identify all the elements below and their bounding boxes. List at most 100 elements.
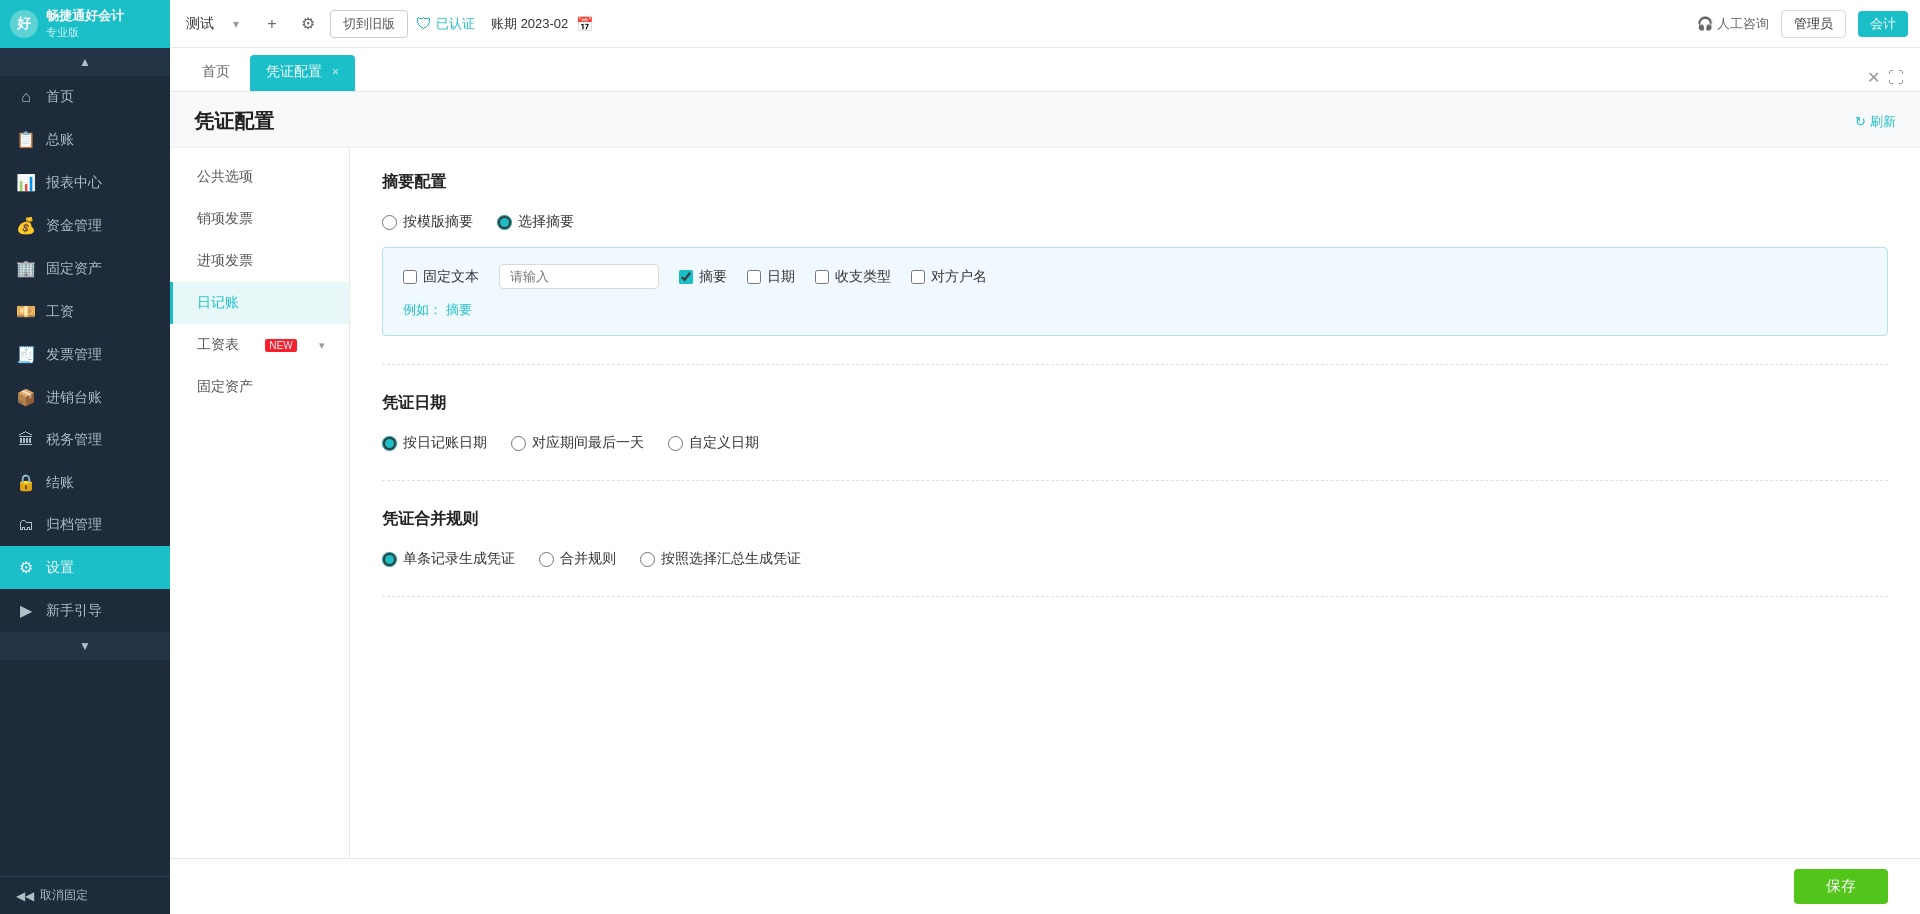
sidebar-item-label: 结账	[46, 474, 74, 492]
sidebar-item-archive[interactable]: 🗂 归档管理	[0, 504, 170, 546]
check-summary[interactable]: 摘要	[679, 268, 727, 286]
calendar-icon[interactable]: 📅	[576, 16, 593, 32]
sidebar-item-home[interactable]: ⌂ 首页	[0, 76, 170, 118]
header-right: 🎧 人工咨询 管理员 会计	[1697, 10, 1908, 38]
scroll-up-btn[interactable]: ▲	[0, 48, 170, 76]
sidebar-item-assets[interactable]: 🏢 固定资产	[0, 247, 170, 290]
sidebar-item-trade[interactable]: 📦 进销台账	[0, 376, 170, 419]
cancel-pin-button[interactable]: ◀◀ 取消固定	[0, 876, 170, 914]
sidebar-item-guide[interactable]: ▶ 新手引导	[0, 589, 170, 632]
radio-template-input[interactable]	[382, 215, 397, 230]
radio-summary-voucher-input[interactable]	[640, 552, 655, 567]
user-button[interactable]: 管理员	[1781, 10, 1846, 38]
sidebar-item-label: 进销台账	[46, 389, 102, 407]
tab-voucher-config[interactable]: 凭证配置 ×	[250, 55, 355, 91]
sidebar-item-tax[interactable]: 🏛 税务管理	[0, 419, 170, 461]
sidebar-item-label: 发票管理	[46, 346, 102, 364]
check-counterpart-input[interactable]	[911, 270, 925, 284]
nav-payroll-table[interactable]: 工资表 NEW ▾	[170, 324, 349, 366]
trade-icon: 📦	[16, 388, 36, 407]
nav-public[interactable]: 公共选项	[170, 156, 349, 198]
funds-icon: 💰	[16, 216, 36, 235]
tab-close-icon[interactable]: ×	[332, 65, 339, 79]
refresh-button[interactable]: ↻ 刷新	[1855, 113, 1896, 131]
check-payment-type-input[interactable]	[815, 270, 829, 284]
sidebar-scroll: ▲ ⌂ 首页 📋 总账 📊 报表中心 💰 资金管理 🏢 固定资产	[0, 48, 170, 876]
page-header: 凭证配置 ↻ 刷新	[170, 92, 1920, 148]
check-date-input[interactable]	[747, 270, 761, 284]
sidebar-item-settings[interactable]: ⚙ 设置	[0, 546, 170, 589]
page-content: 凭证配置 ↻ 刷新 公共选项 销项发票	[170, 92, 1920, 858]
bottom-bar: 保存	[170, 858, 1920, 914]
sidebar-item-label: 总账	[46, 131, 74, 149]
radio-summary-voucher[interactable]: 按照选择汇总生成凭证	[640, 550, 801, 568]
main-layout: ▲ ⌂ 首页 📋 总账 📊 报表中心 💰 资金管理 🏢 固定资产	[0, 48, 1920, 914]
check-date[interactable]: 日期	[747, 268, 795, 286]
role-button[interactable]: 会计	[1858, 11, 1908, 37]
home-icon: ⌂	[16, 88, 36, 106]
summary-checkboxes: 固定文本 摘要 日期	[403, 264, 1867, 289]
radio-period-last-input[interactable]	[511, 436, 526, 451]
sidebar-item-label: 首页	[46, 88, 74, 106]
fixed-text-input[interactable]	[499, 264, 659, 289]
sidebar-item-label: 报表中心	[46, 174, 102, 192]
summary-radio-group: 按模版摘要 选择摘要	[382, 213, 1888, 231]
radio-single[interactable]: 单条记录生成凭证	[382, 550, 515, 568]
radio-custom-date-input[interactable]	[668, 436, 683, 451]
guide-icon: ▶	[16, 601, 36, 620]
radio-template[interactable]: 按模版摘要	[382, 213, 473, 231]
add-button[interactable]: +	[258, 10, 286, 38]
company-name: 测试	[186, 15, 214, 33]
radio-custom-date[interactable]: 自定义日期	[668, 434, 759, 452]
sidebar-item-invoice[interactable]: 🧾 发票管理	[0, 333, 170, 376]
tax-icon: 🏛	[16, 431, 36, 449]
radio-period-last[interactable]: 对应期间最后一天	[511, 434, 644, 452]
nav-journal[interactable]: 日记账	[170, 282, 349, 324]
check-payment-type[interactable]: 收支类型	[815, 268, 891, 286]
sidebar-item-ledger[interactable]: 📋 总账	[0, 118, 170, 161]
radio-merge-rule[interactable]: 合并规则	[539, 550, 616, 568]
example-text: 例如： 摘要	[403, 301, 1867, 319]
content-area: 首页 凭证配置 × ✕ ⛶ 凭证配置 ↻ 刷新	[170, 48, 1920, 914]
check-summary-input[interactable]	[679, 270, 693, 284]
nav-fixed-assets[interactable]: 固定资产	[170, 366, 349, 408]
old-version-button[interactable]: 切到旧版	[330, 10, 408, 38]
radio-select[interactable]: 选择摘要	[497, 213, 574, 231]
reports-icon: 📊	[16, 173, 36, 192]
tab-bar: 首页 凭证配置 × ✕ ⛶	[170, 48, 1920, 92]
settings-nav-icon: ⚙	[16, 558, 36, 577]
sidebar-item-close[interactable]: 🔒 结账	[0, 461, 170, 504]
maximize-window-button[interactable]: ⛶	[1888, 69, 1904, 87]
pin-icon: ◀◀	[16, 889, 34, 903]
check-counterpart[interactable]: 对方户名	[911, 268, 987, 286]
certification-badge: 🛡 已认证	[416, 15, 475, 33]
save-button[interactable]: 保存	[1794, 869, 1888, 904]
tab-home[interactable]: 首页	[186, 55, 246, 91]
check-fixed-text[interactable]: 固定文本	[403, 268, 479, 286]
sidebar-item-label: 新手引导	[46, 602, 102, 620]
sidebar-item-reports[interactable]: 📊 报表中心	[0, 161, 170, 204]
radio-single-input[interactable]	[382, 552, 397, 567]
service-button[interactable]: 🎧 人工咨询	[1697, 15, 1769, 33]
merge-section-title: 凭证合并规则	[382, 509, 1888, 530]
close-window-button[interactable]: ✕	[1867, 68, 1880, 87]
nav-sales[interactable]: 销项发票	[170, 198, 349, 240]
nav-purchase[interactable]: 进项发票	[170, 240, 349, 282]
radio-journal-date-input[interactable]	[382, 436, 397, 451]
sidebar: ▲ ⌂ 首页 📋 总账 📊 报表中心 💰 资金管理 🏢 固定资产	[0, 48, 170, 914]
invoice-icon: 🧾	[16, 345, 36, 364]
sidebar-item-funds[interactable]: 💰 资金管理	[0, 204, 170, 247]
company-dropdown[interactable]: ▾	[222, 10, 250, 38]
radio-select-input[interactable]	[497, 215, 512, 230]
scroll-down-btn[interactable]: ▼	[0, 632, 170, 660]
summary-section-title: 摘要配置	[382, 172, 1888, 193]
settings-icon[interactable]: ⚙	[294, 10, 322, 38]
sidebar-item-label: 税务管理	[46, 431, 102, 449]
radio-journal-date[interactable]: 按日记账日期	[382, 434, 487, 452]
sidebar-item-payroll[interactable]: 💴 工资	[0, 290, 170, 333]
date-section-title: 凭证日期	[382, 393, 1888, 414]
radio-merge-rule-input[interactable]	[539, 552, 554, 567]
page-title: 凭证配置	[194, 108, 274, 135]
check-fixed-text-input[interactable]	[403, 270, 417, 284]
period-label: 账期 2023-02	[491, 15, 568, 33]
